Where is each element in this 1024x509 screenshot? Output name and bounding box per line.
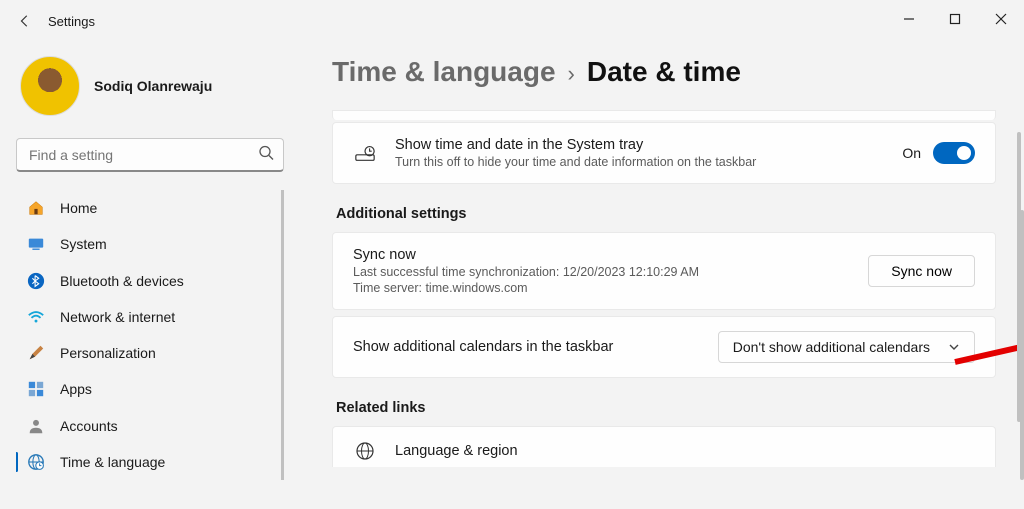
calendars-label: Show additional calendars in the taskbar xyxy=(353,339,700,355)
row-title: Show time and date in the System tray xyxy=(395,137,884,153)
profile-name: Sodiq Olanrewaju xyxy=(94,78,212,94)
chevron-down-icon xyxy=(948,341,960,353)
taskbar-clock-icon xyxy=(353,142,377,164)
sync-now-button[interactable]: Sync now xyxy=(868,255,975,287)
row-desc: Turn this off to hide your time and date… xyxy=(395,155,884,169)
minimize-icon xyxy=(903,13,915,25)
globe-time-icon xyxy=(26,452,46,472)
additional-calendars-dropdown[interactable]: Don't show additional calendars xyxy=(718,331,975,363)
breadcrumb-current: Date & time xyxy=(587,56,741,88)
home-icon xyxy=(26,198,46,218)
section-additional-settings: Additional settings xyxy=(336,206,996,222)
close-icon xyxy=(995,13,1007,25)
sidebar-item-time-language[interactable]: Time & language xyxy=(16,444,271,480)
sidebar-item-label: Network & internet xyxy=(60,309,175,325)
sidebar-nav: Home System Bluetooth & devices Network … xyxy=(16,190,284,480)
profile-block[interactable]: Sodiq Olanrewaju xyxy=(16,50,284,134)
row-system-tray-time: Show time and date in the System tray Tu… xyxy=(333,123,995,183)
back-button[interactable] xyxy=(18,14,32,28)
sidebar-item-system[interactable]: System xyxy=(16,226,271,262)
dropdown-selected: Don't show additional calendars xyxy=(733,339,930,355)
section-related-links: Related links xyxy=(336,400,996,416)
search-input[interactable] xyxy=(16,138,284,172)
sidebar-item-label: Apps xyxy=(60,381,92,397)
row-sync-now: Sync now Last successful time synchroniz… xyxy=(333,233,995,309)
row-language-region[interactable]: Language & region xyxy=(333,427,995,467)
sidebar-item-label: Bluetooth & devices xyxy=(60,273,184,289)
search-wrapper xyxy=(16,138,284,172)
sidebar-item-label: Time & language xyxy=(60,454,165,470)
search-icon xyxy=(258,145,274,166)
sidebar-item-accounts[interactable]: Accounts xyxy=(16,408,271,444)
system-tray-time-toggle[interactable] xyxy=(933,142,975,164)
breadcrumb: Time & language › Date & time xyxy=(332,56,996,88)
related-lang-region: Language & region xyxy=(395,443,975,459)
maximize-button[interactable] xyxy=(932,0,978,38)
sidebar-item-apps[interactable]: Apps xyxy=(16,371,271,407)
brush-icon xyxy=(26,343,46,363)
sidebar-item-label: Accounts xyxy=(60,418,118,434)
sync-last: Last successful time synchronization: 12… xyxy=(353,265,850,279)
maximize-icon xyxy=(949,13,961,25)
close-button[interactable] xyxy=(978,0,1024,38)
sidebar-item-home[interactable]: Home xyxy=(16,190,271,226)
sidebar-item-label: Home xyxy=(60,200,97,216)
minimize-button[interactable] xyxy=(886,0,932,38)
sidebar-item-network[interactable]: Network & internet xyxy=(16,299,271,335)
bluetooth-icon xyxy=(26,271,46,291)
avatar xyxy=(20,56,80,116)
sync-server: Time server: time.windows.com xyxy=(353,281,850,295)
window-title: Settings xyxy=(48,14,95,29)
row-additional-calendars: Show additional calendars in the taskbar… xyxy=(333,317,995,377)
chevron-right-icon: › xyxy=(568,61,575,87)
globe-icon xyxy=(353,441,377,461)
breadcrumb-parent[interactable]: Time & language xyxy=(332,56,556,88)
arrow-left-icon xyxy=(18,14,32,28)
wifi-icon xyxy=(26,307,46,327)
system-icon xyxy=(26,234,46,254)
sidebar-item-label: Personalization xyxy=(60,345,156,361)
window-scrollbar[interactable] xyxy=(1020,210,1024,480)
sync-title: Sync now xyxy=(353,247,850,263)
sidebar-item-bluetooth[interactable]: Bluetooth & devices xyxy=(16,263,271,299)
person-icon xyxy=(26,416,46,436)
card-fragment-top xyxy=(332,110,996,120)
sidebar-item-personalization[interactable]: Personalization xyxy=(16,335,271,371)
sidebar-item-label: System xyxy=(60,236,107,252)
apps-icon xyxy=(26,379,46,399)
toggle-state-label: On xyxy=(902,145,921,161)
